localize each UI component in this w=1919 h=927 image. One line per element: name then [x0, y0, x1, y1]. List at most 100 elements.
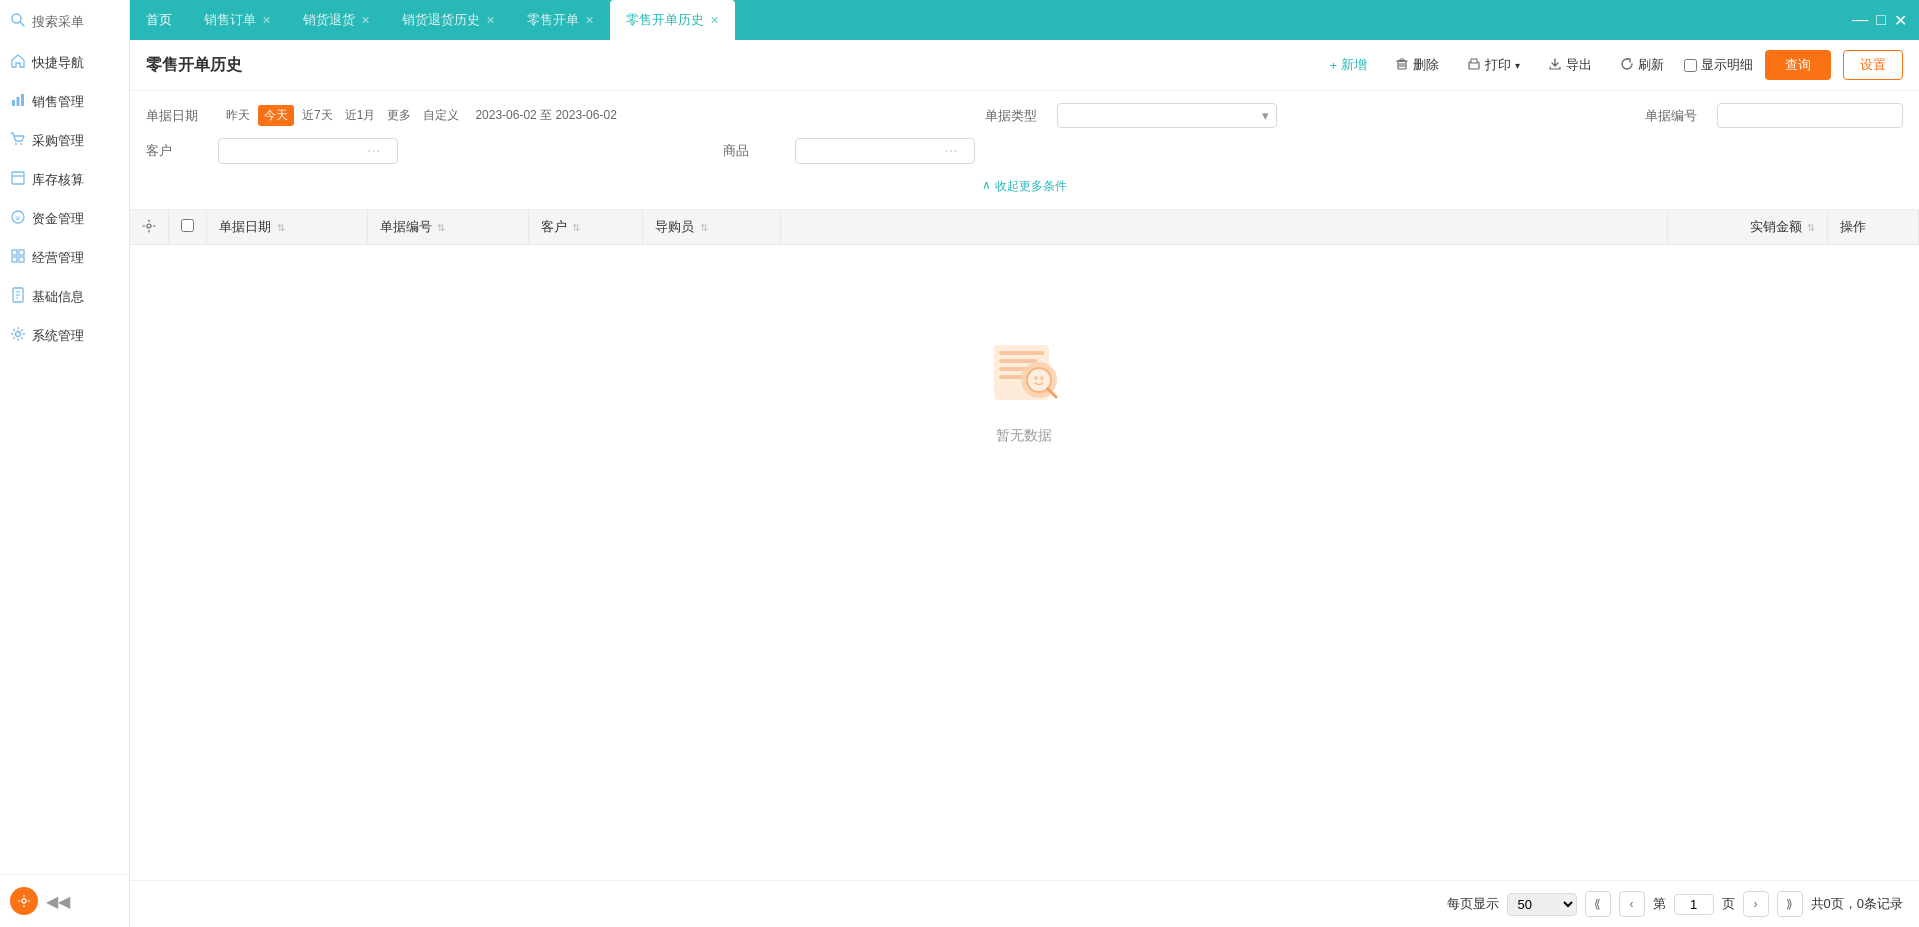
doc-type-label: 单据类型 — [985, 107, 1041, 125]
svg-rect-28 — [1471, 59, 1477, 63]
th-operation: 操作 — [1828, 210, 1919, 245]
print-button[interactable]: 打印 ▾ — [1459, 52, 1528, 78]
refresh-button[interactable]: 刷新 — [1612, 52, 1672, 78]
sidebar-item-sales-mgmt[interactable]: 销售管理 — [0, 82, 129, 121]
th-checkbox[interactable] — [169, 210, 207, 245]
empty-illustration — [974, 325, 1074, 415]
date-yesterday[interactable]: 昨天 — [222, 105, 254, 126]
add-button[interactable]: + 新增 — [1321, 52, 1375, 78]
goods-label: 商品 — [723, 142, 779, 160]
date-custom[interactable]: 自定义 — [419, 105, 463, 126]
sidebar-item-base-info[interactable]: 基础信息 — [0, 277, 129, 316]
th-amount[interactable]: 实销金额 ⇅ — [1667, 210, 1828, 245]
money-icon: ¥ — [10, 209, 26, 228]
customer-input-wrap[interactable]: ··· — [218, 138, 398, 164]
sidebar-label: 库存核算 — [32, 171, 84, 189]
tab-close-icon[interactable]: ✕ — [262, 14, 271, 27]
page-label: 第 — [1653, 895, 1666, 913]
doc-type-select[interactable] — [1057, 103, 1277, 128]
filter-area: 单据日期 昨天 今天 近7天 近1月 更多 自定义 2023-06-02 至 2… — [130, 91, 1919, 210]
customer-dots-icon[interactable]: ··· — [367, 142, 380, 160]
sidebar-collapse-button[interactable]: ◀◀ — [46, 892, 70, 911]
sidebar-item-finance[interactable]: ¥ 资金管理 — [0, 199, 129, 238]
maximize-button[interactable]: □ — [1876, 11, 1886, 29]
next-page-button[interactable]: › — [1743, 891, 1769, 917]
chart-icon — [10, 92, 26, 111]
filter-row-1: 单据日期 昨天 今天 近7天 近1月 更多 自定义 2023-06-02 至 2… — [146, 103, 1903, 128]
goods-input[interactable] — [804, 144, 944, 159]
gear-settings-button[interactable] — [10, 887, 38, 915]
select-all-checkbox[interactable] — [181, 219, 194, 232]
th-label: 客户 — [541, 219, 567, 234]
data-table: 单据日期 ⇅ 单据编号 ⇅ 客户 ⇅ 导购员 ⇅ — [130, 210, 1919, 525]
first-page-button[interactable]: ⟪ — [1585, 891, 1611, 917]
tab-retail-open-history[interactable]: 零售开单历史 ✕ — [610, 0, 735, 40]
sidebar-item-inventory[interactable]: 库存核算 — [0, 160, 129, 199]
th-label: 单据编号 — [380, 219, 432, 234]
last-page-button[interactable]: ⟫ — [1777, 891, 1803, 917]
export-button[interactable]: 导出 — [1540, 52, 1600, 78]
goods-input-wrap[interactable]: ··· — [795, 138, 975, 164]
query-button[interactable]: 查询 — [1765, 50, 1831, 80]
settings-icon — [10, 326, 26, 345]
settings-button[interactable]: 设置 — [1843, 50, 1903, 80]
print-icon — [1467, 57, 1481, 74]
svg-point-6 — [20, 143, 22, 145]
collapse-conditions[interactable]: ∧ 收起更多条件 — [146, 174, 1903, 203]
trash-icon — [1395, 57, 1409, 74]
sidebar-label: 基础信息 — [32, 288, 84, 306]
tab-retail-open[interactable]: 零售开单 ✕ — [511, 0, 610, 40]
tab-sales-return[interactable]: 销货退货 ✕ — [287, 0, 386, 40]
grid-icon — [10, 248, 26, 267]
page-suffix: 页 — [1722, 895, 1735, 913]
svg-rect-4 — [21, 94, 24, 106]
sidebar-item-quick-nav[interactable]: 快捷导航 — [0, 43, 129, 82]
tab-sales-return-history[interactable]: 销货退货历史 ✕ — [386, 0, 511, 40]
delete-button[interactable]: 删除 — [1387, 52, 1447, 78]
date-7days[interactable]: 近7天 — [298, 105, 337, 126]
toolbar: + 新增 删除 — [1321, 50, 1903, 80]
tab-close-icon[interactable]: ✕ — [361, 14, 370, 27]
display-detail-checkbox[interactable] — [1684, 59, 1697, 72]
th-guide[interactable]: 导购员 ⇅ — [643, 210, 781, 245]
sidebar-item-operations[interactable]: 经营管理 — [0, 238, 129, 277]
tab-close-icon[interactable]: ✕ — [486, 14, 495, 27]
sort-icon: ⇅ — [572, 222, 580, 233]
tab-sales-order[interactable]: 销售订单 ✕ — [188, 0, 287, 40]
th-label: 操作 — [1840, 219, 1866, 234]
th-customer[interactable]: 客户 ⇅ — [528, 210, 643, 245]
minimize-button[interactable]: — — [1852, 11, 1868, 29]
doc-no-input[interactable] — [1717, 103, 1903, 128]
box-icon — [10, 170, 26, 189]
th-doc-no[interactable]: 单据编号 ⇅ — [367, 210, 528, 245]
prev-page-button[interactable]: ‹ — [1619, 891, 1645, 917]
sidebar-item-sys-mgmt[interactable]: 系统管理 — [0, 316, 129, 355]
svg-rect-2 — [12, 100, 15, 106]
tab-close-icon[interactable]: ✕ — [585, 14, 594, 27]
date-more[interactable]: 更多 — [383, 105, 415, 126]
add-label: 新增 — [1341, 56, 1367, 74]
th-label: 实销金额 — [1750, 219, 1802, 234]
sort-icon: ⇅ — [437, 222, 445, 233]
per-page-select[interactable]: 10 20 50 100 — [1507, 893, 1577, 916]
svg-rect-11 — [12, 250, 17, 255]
goods-dots-icon[interactable]: ··· — [944, 142, 957, 160]
page-number-input[interactable] — [1674, 894, 1714, 915]
sidebar-item-purchase-mgmt[interactable]: 采购管理 — [0, 121, 129, 160]
tab-close-icon[interactable]: ✕ — [710, 14, 719, 27]
th-doc-date[interactable]: 单据日期 ⇅ — [207, 210, 368, 245]
tab-label: 销货退货 — [303, 11, 355, 29]
top-nav: 首页 销售订单 ✕ 销货退货 ✕ 销货退货历史 ✕ 零售开单 ✕ 零售开单历史 … — [130, 0, 1919, 40]
date-1month[interactable]: 近1月 — [341, 105, 380, 126]
display-detail-checkbox-label[interactable]: 显示明细 — [1684, 56, 1753, 74]
sidebar-search[interactable]: 搜索采单 — [0, 0, 129, 43]
display-detail-label: 显示明细 — [1701, 56, 1753, 74]
customer-label: 客户 — [146, 142, 202, 160]
tab-home[interactable]: 首页 — [130, 0, 188, 40]
date-today[interactable]: 今天 — [258, 105, 294, 126]
customer-input[interactable] — [227, 144, 367, 159]
th-settings[interactable] — [130, 210, 169, 245]
pagination: 每页显示 10 20 50 100 ⟪ ‹ 第 页 › ⟫ 共0页，0条记录 — [130, 880, 1919, 927]
close-button[interactable]: ✕ — [1894, 11, 1907, 30]
svg-rect-29 — [1471, 65, 1477, 68]
